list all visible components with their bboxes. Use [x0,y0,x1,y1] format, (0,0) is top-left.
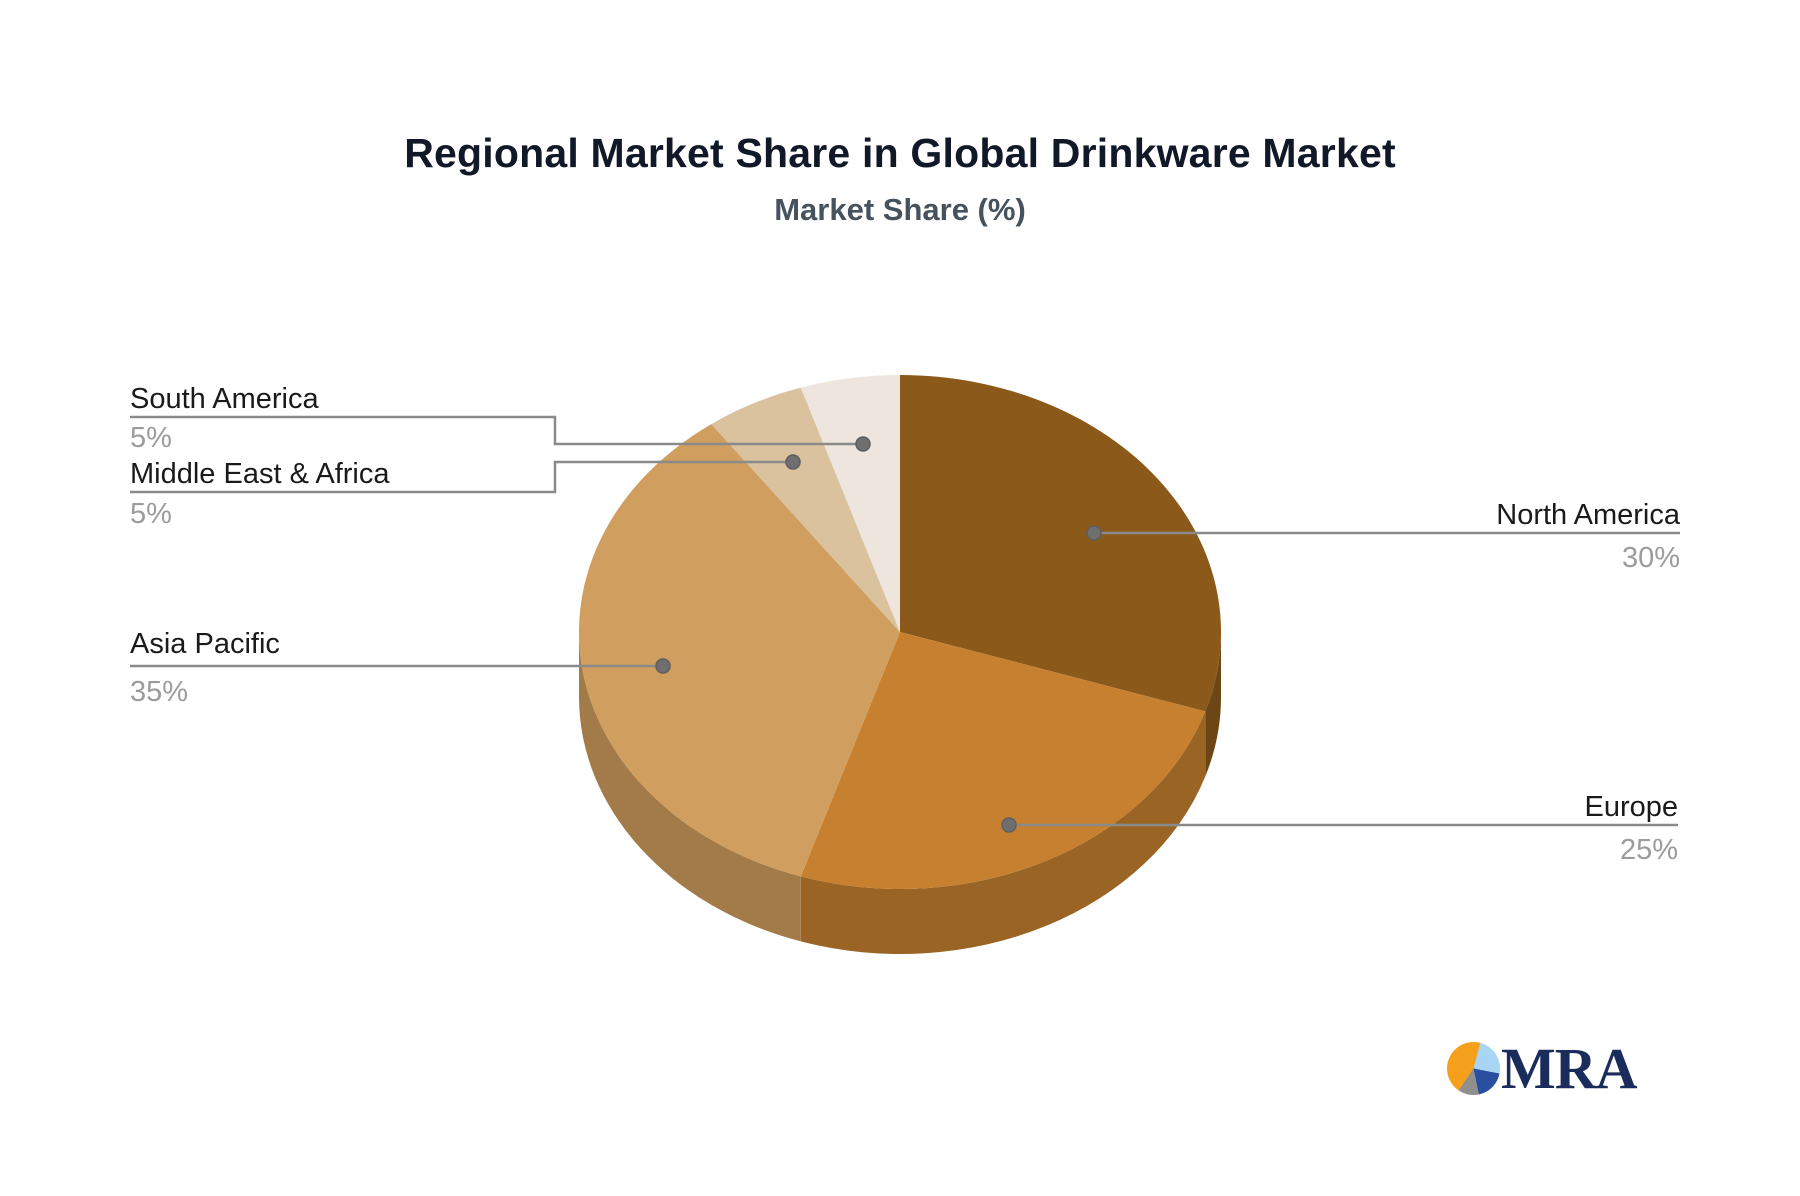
slice-value-asia-pacific: 35% [130,676,189,708]
mra-logo: MRA [1447,1035,1638,1101]
slice-label-middle-east-africa: Middle East & Africa [130,458,390,490]
pie-chart [130,375,1680,954]
leader-dot-asia-pacific [655,658,671,674]
slice-value-north-america: 30% [1621,542,1680,574]
leader-dot-middle-east-africa [785,454,801,470]
chart-canvas: Regional Market Share in Global Drinkwar… [0,0,1800,1196]
leader-dot-south-america [855,436,871,452]
mra-logo-pie-icon [1447,1041,1500,1095]
slice-label-south-america: South America [130,383,319,415]
leader-dot-north-america [1086,525,1102,541]
slice-value-south-america: 5% [130,422,172,454]
leader-dot-europe [1001,817,1017,833]
slice-label-asia-pacific: Asia Pacific [130,628,280,660]
mra-logo-text: MRA [1501,1035,1638,1101]
slice-value-europe: 25% [1619,834,1678,866]
slice-label-europe: Europe [1584,791,1678,823]
slice-value-middle-east-africa: 5% [130,498,172,530]
slice-label-north-america: North America [1496,499,1680,531]
